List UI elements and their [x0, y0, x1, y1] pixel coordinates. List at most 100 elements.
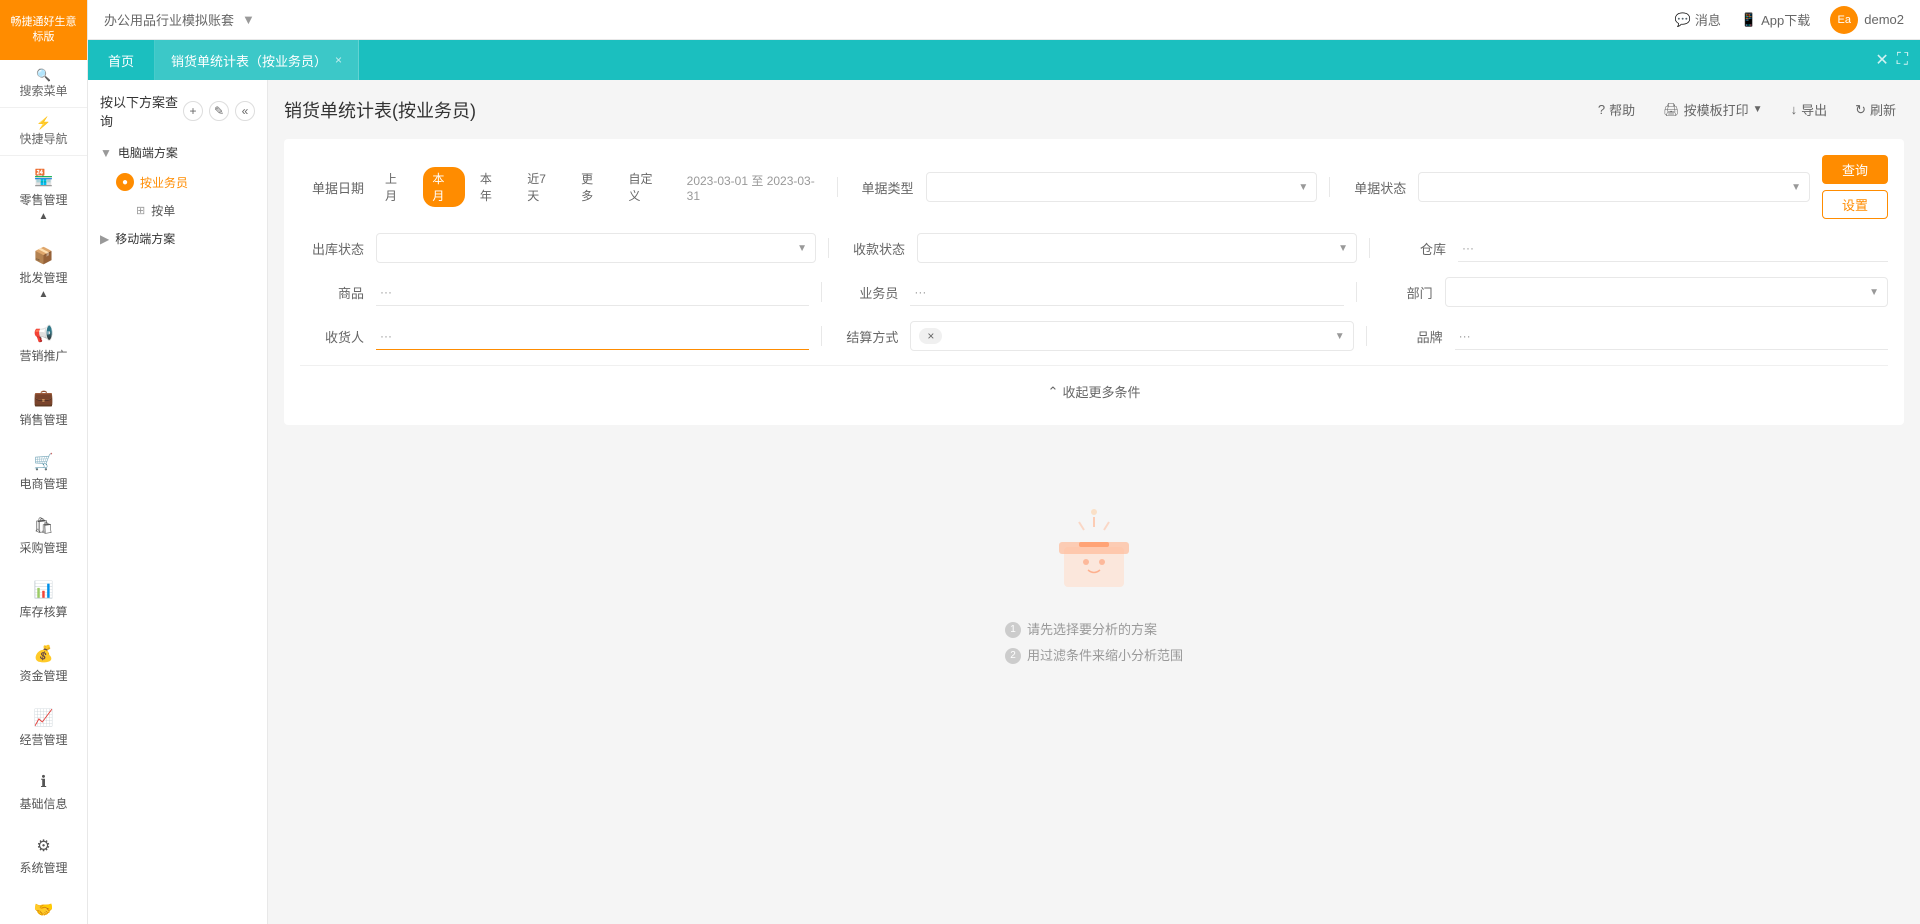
export-btn[interactable]: ↓ 导出: [1783, 96, 1836, 123]
payment-status-label: 收款状态: [841, 239, 905, 258]
divider-5: [821, 282, 822, 302]
tip-num-1: 1: [1005, 622, 1021, 638]
doc-status-label: 单据状态: [1342, 178, 1406, 197]
date-btn-this-year[interactable]: 本年: [471, 167, 512, 207]
tab-close-button[interactable]: ×: [335, 53, 342, 67]
date-btn-7days[interactable]: 近7天: [518, 167, 566, 207]
sidebar-item-sales[interactable]: 💼 销售管理: [0, 376, 87, 440]
header-right: 💬 消息 📱 App下载 Ea demo2: [1675, 6, 1904, 34]
page-title-bar: 销货单统计表(按业务员) ? 帮助 🖨 按模板打印 ▼ ↓ 导出: [284, 96, 1904, 123]
left-panel-title: 按以下方案查询: [100, 92, 183, 130]
help-label: 帮助: [1609, 100, 1635, 119]
search-label: 搜索菜单: [0, 82, 87, 99]
empty-illustration: [1044, 497, 1144, 597]
wholesale-expand-icon: ▲: [39, 289, 49, 300]
page-title-actions: ? 帮助 🖨 按模板打印 ▼ ↓ 导出 ↻ 刷新: [1590, 96, 1904, 123]
sidebar-item-ecommerce[interactable]: 🛒 电商管理: [0, 440, 87, 504]
pc-plan-group: ▼ 电脑端方案 ● 按业务员 ⊞ 按单: [88, 138, 267, 224]
plan-item-by-order[interactable]: ⊞ 按单: [100, 197, 267, 224]
collapse-icon: «: [242, 104, 249, 118]
messages-action[interactable]: 💬 消息: [1675, 10, 1721, 29]
basic-info-icon: ℹ: [40, 772, 46, 792]
operations-icon: 📈: [34, 708, 54, 728]
sidebar-item-label: 电商管理: [19, 475, 67, 492]
date-field: 上月 本月 本年 近7天 更多 自定义 2023-03-01 至 2023-03…: [376, 167, 825, 207]
user-profile[interactable]: Ea demo2: [1830, 6, 1904, 34]
receiver-more-icon: ···: [380, 329, 392, 343]
goods-more-icon: ···: [380, 285, 392, 299]
out-status-arrow: ▼: [797, 243, 807, 254]
sidebar-item-system[interactable]: ⚙ 系统管理: [0, 824, 87, 888]
filter-row-2: 出库状态 ▼ 收款状态 ▼ 仓库 ···: [300, 233, 1888, 263]
out-status-label: 出库状态: [300, 239, 364, 258]
pc-group-label: 电脑端方案: [118, 144, 178, 161]
plan-active-icon: ●: [116, 173, 134, 191]
refresh-btn[interactable]: ↻ 刷新: [1847, 96, 1904, 123]
divider-8: [1366, 326, 1367, 346]
brand-field[interactable]: ···: [1455, 322, 1888, 350]
sidebar-item-label: 基础信息: [19, 795, 67, 812]
maximize-tab-btn[interactable]: ⛶: [1897, 51, 1908, 69]
receiver-field[interactable]: ···: [376, 322, 809, 350]
print-btn[interactable]: 🖨 按模板打印 ▼: [1655, 96, 1770, 123]
doc-type-select[interactable]: ▼: [926, 172, 1318, 202]
query-button[interactable]: 查询: [1822, 155, 1888, 184]
page-title: 销货单统计表(按业务员): [284, 97, 476, 123]
sidebar-item-label: 库存核算: [19, 603, 67, 620]
date-btn-more[interactable]: 更多: [572, 167, 613, 207]
empty-tip-2: 2 用过滤条件来缩小分析范围: [1005, 643, 1183, 669]
divider-7: [821, 326, 822, 346]
collapse-panel-btn[interactable]: «: [235, 101, 255, 121]
salesman-field[interactable]: ···: [910, 278, 1343, 306]
download-icon: 📱: [1741, 12, 1757, 28]
divider-2: [1329, 177, 1330, 197]
sidebar-item-inventory[interactable]: 📊 库存核算: [0, 568, 87, 632]
dropdown-arrow-icon[interactable]: ▼: [242, 12, 255, 27]
close-tab-btn[interactable]: ✕: [1875, 50, 1888, 70]
settlement-select[interactable]: × ▼: [910, 321, 1353, 351]
mobile-group-header[interactable]: ▶ 移动端方案: [88, 224, 267, 253]
sidebar-quick-nav[interactable]: ⚡ 快捷导航: [0, 108, 87, 156]
add-icon: +: [189, 104, 196, 118]
tab-bar: 首页 销货单统计表（按业务员） × ✕ ⛶: [88, 40, 1920, 80]
payment-status-select[interactable]: ▼: [917, 233, 1357, 263]
left-panel-actions: + ✎ «: [183, 101, 255, 121]
sidebar-item-retail[interactable]: 🏪 零售管理 ▲: [0, 156, 87, 234]
warehouse-field[interactable]: ···: [1458, 234, 1888, 262]
date-btn-this-month[interactable]: 本月: [423, 167, 464, 207]
date-btn-custom[interactable]: 自定义: [620, 167, 673, 207]
sidebar-search[interactable]: 🔍 搜索菜单: [0, 60, 87, 108]
out-status-select[interactable]: ▼: [376, 233, 816, 263]
plan-item-by-salesman[interactable]: ● 按业务员: [88, 167, 267, 197]
date-btn-last-month[interactable]: 上月: [376, 167, 417, 207]
mobile-group-arrow: ▶: [100, 232, 109, 246]
sidebar-item-enterprise[interactable]: 🤝 企业协同: [0, 888, 87, 924]
sidebar-item-marketing[interactable]: 📢 营销推广: [0, 312, 87, 376]
tip-1-text: 请先选择要分析的方案: [1027, 617, 1157, 643]
dept-arrow: ▼: [1869, 287, 1879, 298]
empty-state: 1 请先选择要分析的方案 2 用过滤条件来缩小分析范围: [284, 437, 1904, 729]
app-download-action[interactable]: 📱 App下载: [1741, 10, 1810, 29]
sidebar-item-finance[interactable]: 💰 资金管理: [0, 632, 87, 696]
sidebar-item-purchase[interactable]: 🛍 采购管理: [0, 504, 87, 568]
tab-home[interactable]: 首页: [88, 40, 155, 80]
collapse-filters-btn[interactable]: ⌃ 收起更多条件: [1040, 374, 1149, 409]
sidebar-item-basic-info[interactable]: ℹ 基础信息: [0, 760, 87, 824]
help-btn[interactable]: ? 帮助: [1590, 96, 1643, 123]
print-icon: 🖨: [1663, 102, 1680, 118]
sidebar-item-wholesale[interactable]: 📦 批发管理 ▲: [0, 234, 87, 312]
add-plan-btn[interactable]: +: [183, 101, 203, 121]
pc-group-header[interactable]: ▼ 电脑端方案: [88, 138, 267, 167]
settings-button[interactable]: 设置: [1822, 190, 1888, 219]
marketing-icon: 📢: [34, 324, 54, 344]
dept-select[interactable]: ▼: [1445, 277, 1888, 307]
warehouse-label: 仓库: [1382, 239, 1446, 258]
edit-plan-btn[interactable]: ✎: [209, 101, 229, 121]
order-icon: ⊞: [136, 204, 145, 217]
doc-status-select[interactable]: ▼: [1418, 172, 1810, 202]
goods-field[interactable]: ···: [376, 278, 809, 306]
settlement-tag: ×: [919, 328, 942, 344]
settlement-tag-close[interactable]: ×: [927, 329, 934, 343]
tab-sales-stats[interactable]: 销货单统计表（按业务员） ×: [155, 40, 359, 80]
sidebar-item-operations[interactable]: 📈 经营管理: [0, 696, 87, 760]
